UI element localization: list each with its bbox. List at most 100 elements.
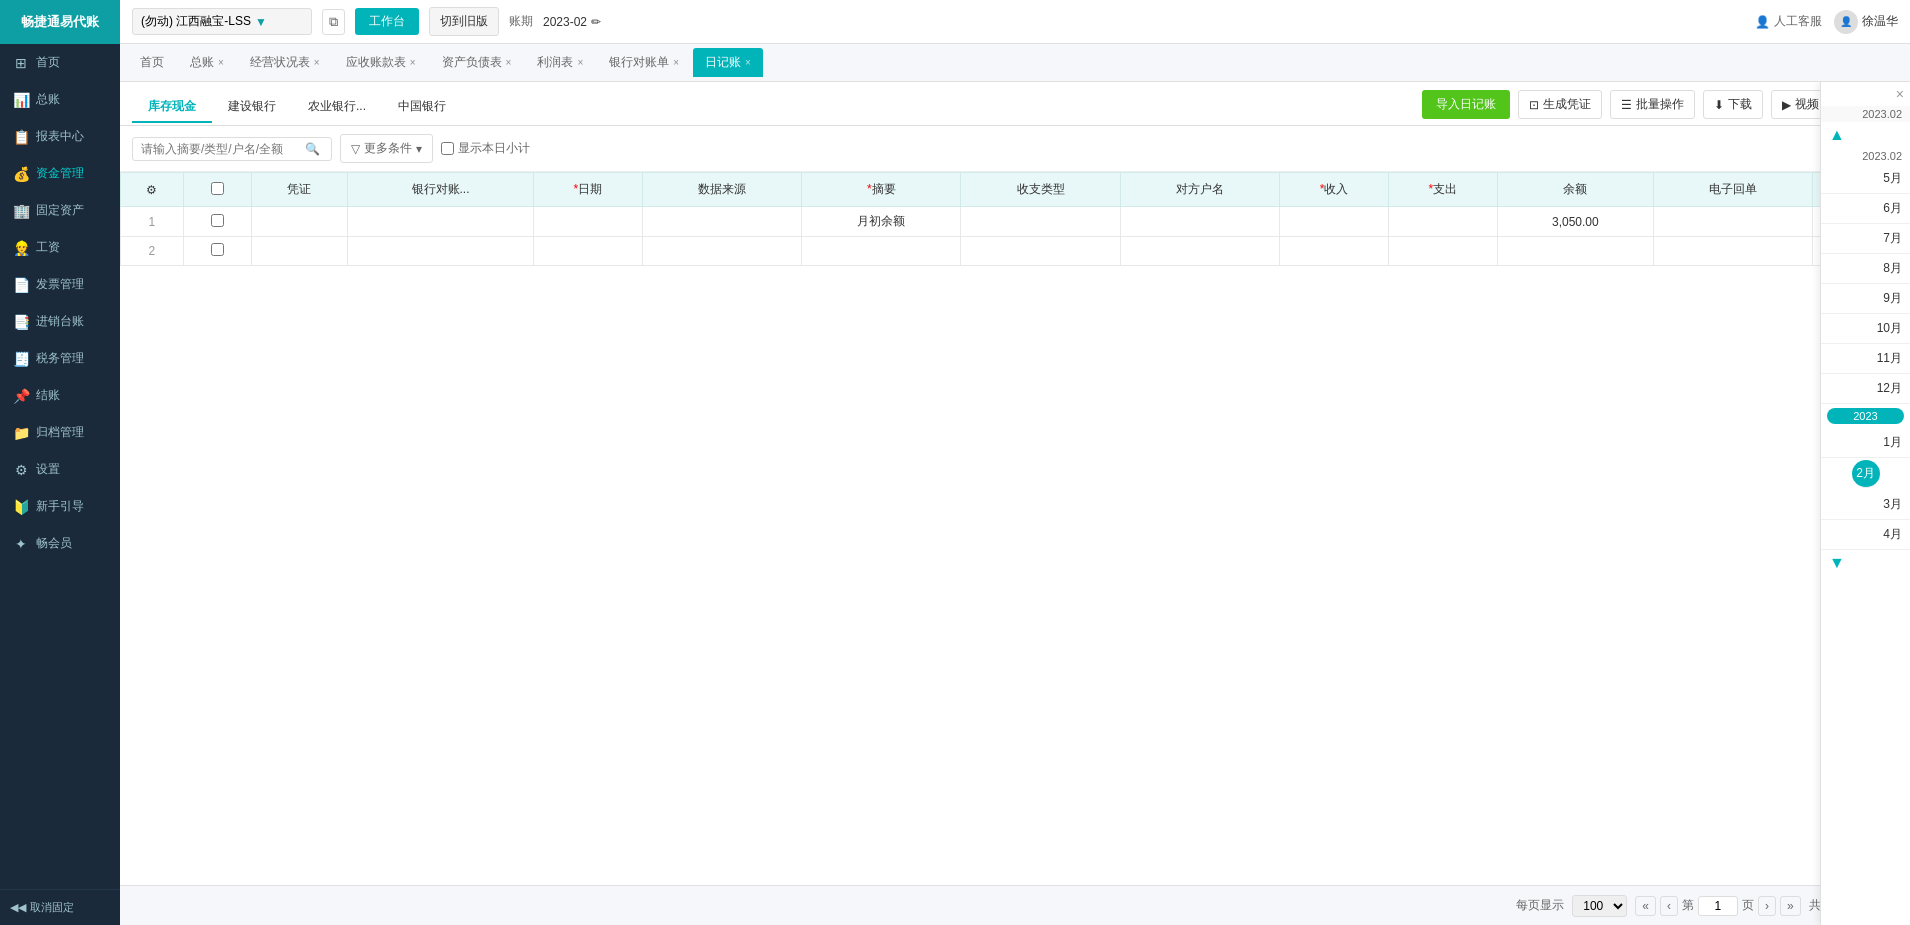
- show-daily-checkbox[interactable]: [441, 142, 454, 155]
- tab-close-balance[interactable]: ×: [506, 57, 512, 68]
- customer-service-button[interactable]: 👤 人工客服: [1755, 13, 1822, 30]
- gen-voucher-icon: ⊡: [1529, 98, 1539, 112]
- tab-close-journal[interactable]: ×: [745, 57, 751, 68]
- sidebar-item-close[interactable]: 📌 结账: [0, 377, 120, 414]
- batch-op-button[interactable]: ☰ 批量操作: [1610, 90, 1695, 119]
- sidebar-item-sales[interactable]: 📑 进销台账: [0, 303, 120, 340]
- vip-icon: ✦: [12, 536, 30, 552]
- sidebar-item-guide[interactable]: 🔰 新手引导: [0, 488, 120, 525]
- search-input[interactable]: [141, 142, 301, 156]
- cell-check[interactable]: [183, 237, 251, 266]
- sidebar-item-label: 总账: [36, 91, 60, 108]
- page-prev-button[interactable]: ‹: [1660, 896, 1678, 916]
- finance-icon: 💰: [12, 166, 30, 182]
- sidebar-item-settings[interactable]: ⚙ 设置: [0, 451, 120, 488]
- month-9[interactable]: 9月: [1821, 284, 1910, 314]
- sidebar-item-finance[interactable]: 💰 资金管理: [0, 155, 120, 192]
- sidebar-item-tax[interactable]: 🧾 税务管理: [0, 340, 120, 377]
- select-all-checkbox[interactable]: [211, 182, 224, 195]
- period-value[interactable]: 2023-02 ✏: [543, 15, 601, 29]
- company-selector[interactable]: (勿动) 江西融宝-LSS ▼: [132, 8, 312, 35]
- cell-row-num: 2: [121, 237, 184, 266]
- content-area: 库存现金 建设银行 农业银行... 中国银行 导入日记账 ⊡ 生成凭证 ☰ 批量…: [120, 82, 1910, 925]
- sidebar-item-payroll[interactable]: 👷 工资: [0, 229, 120, 266]
- sidebar-item-vip[interactable]: ✦ 畅会员: [0, 525, 120, 562]
- month-11[interactable]: 11月: [1821, 344, 1910, 374]
- unpin-sidebar[interactable]: ◀◀ 取消固定: [0, 889, 120, 925]
- month-6[interactable]: 6月: [1821, 194, 1910, 224]
- pin-icon: ◀◀: [10, 901, 26, 914]
- search-icon[interactable]: 🔍: [305, 142, 320, 156]
- page-size-select[interactable]: 100 50 200: [1572, 895, 1627, 917]
- tab-close-profit[interactable]: ×: [577, 57, 583, 68]
- tab-close-receivable[interactable]: ×: [410, 57, 416, 68]
- cell-balance: 3,050.00: [1497, 207, 1653, 237]
- sidebar-item-archive[interactable]: 📁 归档管理: [0, 414, 120, 451]
- sidebar-item-assets[interactable]: 🏢 固定资产: [0, 192, 120, 229]
- copy-company-button[interactable]: ⧉: [322, 9, 345, 35]
- month-4[interactable]: 4月: [1821, 520, 1910, 550]
- import-journal-button[interactable]: 导入日记账: [1422, 90, 1510, 119]
- download-button[interactable]: ⬇ 下载: [1703, 90, 1763, 119]
- subtab-china-bank[interactable]: 中国银行: [382, 92, 462, 123]
- month-5[interactable]: 5月: [1821, 164, 1910, 194]
- tab-receivable[interactable]: 应收账款表 ×: [334, 48, 428, 77]
- row-checkbox[interactable]: [211, 214, 224, 227]
- tab-ledger[interactable]: 总账 ×: [178, 48, 236, 77]
- page-first-button[interactable]: «: [1635, 896, 1656, 916]
- col-income: *收入: [1280, 173, 1389, 207]
- month-10[interactable]: 10月: [1821, 314, 1910, 344]
- workbench-button[interactable]: 工作台: [355, 8, 419, 35]
- search-box[interactable]: 🔍: [132, 137, 332, 161]
- close-date-panel-button[interactable]: ×: [1896, 86, 1904, 102]
- user-menu[interactable]: 👤 徐温华: [1834, 10, 1898, 34]
- sidebar-item-invoice[interactable]: 📄 发票管理: [0, 266, 120, 303]
- page-last-button[interactable]: »: [1780, 896, 1801, 916]
- tab-profit[interactable]: 利润表 ×: [525, 48, 595, 77]
- date-nav-up[interactable]: ▲: [1827, 124, 1847, 146]
- tab-home[interactable]: 首页: [128, 48, 176, 77]
- sidebar-item-home[interactable]: ⊞ 首页: [0, 44, 120, 81]
- tab-close-ledger[interactable]: ×: [218, 57, 224, 68]
- cell-counterpart: [1120, 237, 1279, 266]
- close-books-icon: 📌: [12, 388, 30, 404]
- avatar: 👤: [1834, 10, 1858, 34]
- old-version-button[interactable]: 切到旧版: [429, 7, 499, 36]
- filter-button[interactable]: ▽ 更多条件 ▾: [340, 134, 433, 163]
- month-2-active[interactable]: 2月: [1852, 460, 1880, 488]
- sidebar-item-ledger[interactable]: 📊 总账: [0, 81, 120, 118]
- show-daily-label[interactable]: 显示本日小计: [441, 140, 530, 157]
- year-2023-label: 2023: [1827, 408, 1904, 424]
- page-next-button[interactable]: ›: [1758, 896, 1776, 916]
- cell-voucher: [251, 207, 348, 237]
- month-7[interactable]: 7月: [1821, 224, 1910, 254]
- month-3[interactable]: 3月: [1821, 490, 1910, 520]
- subtab-construction-bank[interactable]: 建设银行: [212, 92, 292, 123]
- subtab-bar: 库存现金 建设银行 农业银行... 中国银行 导入日记账 ⊡ 生成凭证 ☰ 批量…: [120, 82, 1910, 126]
- cell-check[interactable]: [183, 207, 251, 237]
- subtab-cash[interactable]: 库存现金: [132, 92, 212, 123]
- sidebar-item-label: 新手引导: [36, 498, 84, 515]
- month-8[interactable]: 8月: [1821, 254, 1910, 284]
- tab-journal[interactable]: 日记账 ×: [693, 48, 763, 77]
- tab-balance-sheet[interactable]: 资产负债表 ×: [430, 48, 524, 77]
- tab-close-bank[interactable]: ×: [673, 57, 679, 68]
- tab-business[interactable]: 经营状况表 ×: [238, 48, 332, 77]
- table-row: 1 月初余额 3,050.00: [121, 207, 1910, 237]
- subtab-agri-bank[interactable]: 农业银行...: [292, 92, 382, 123]
- tab-close-business[interactable]: ×: [314, 57, 320, 68]
- sidebar-item-label: 工资: [36, 239, 60, 256]
- sidebar-item-reports[interactable]: 📋 报表中心: [0, 118, 120, 155]
- page-input[interactable]: [1698, 896, 1738, 916]
- col-settings[interactable]: ⚙: [121, 173, 184, 207]
- gen-voucher-button[interactable]: ⊡ 生成凭证: [1518, 90, 1602, 119]
- date-nav-down[interactable]: ▼: [1827, 552, 1847, 574]
- invoice-icon: 📄: [12, 277, 30, 293]
- col-check[interactable]: [183, 173, 251, 207]
- month-1[interactable]: 1月: [1821, 428, 1910, 458]
- search-toolbar: 🔍 ▽ 更多条件 ▾ 显示本日小计 拓称： 人民币: [120, 126, 1910, 172]
- row-checkbox[interactable]: [211, 243, 224, 256]
- tab-bank-statement[interactable]: 银行对账单 ×: [597, 48, 691, 77]
- sidebar-item-label: 资金管理: [36, 165, 84, 182]
- month-12[interactable]: 12月: [1821, 374, 1910, 404]
